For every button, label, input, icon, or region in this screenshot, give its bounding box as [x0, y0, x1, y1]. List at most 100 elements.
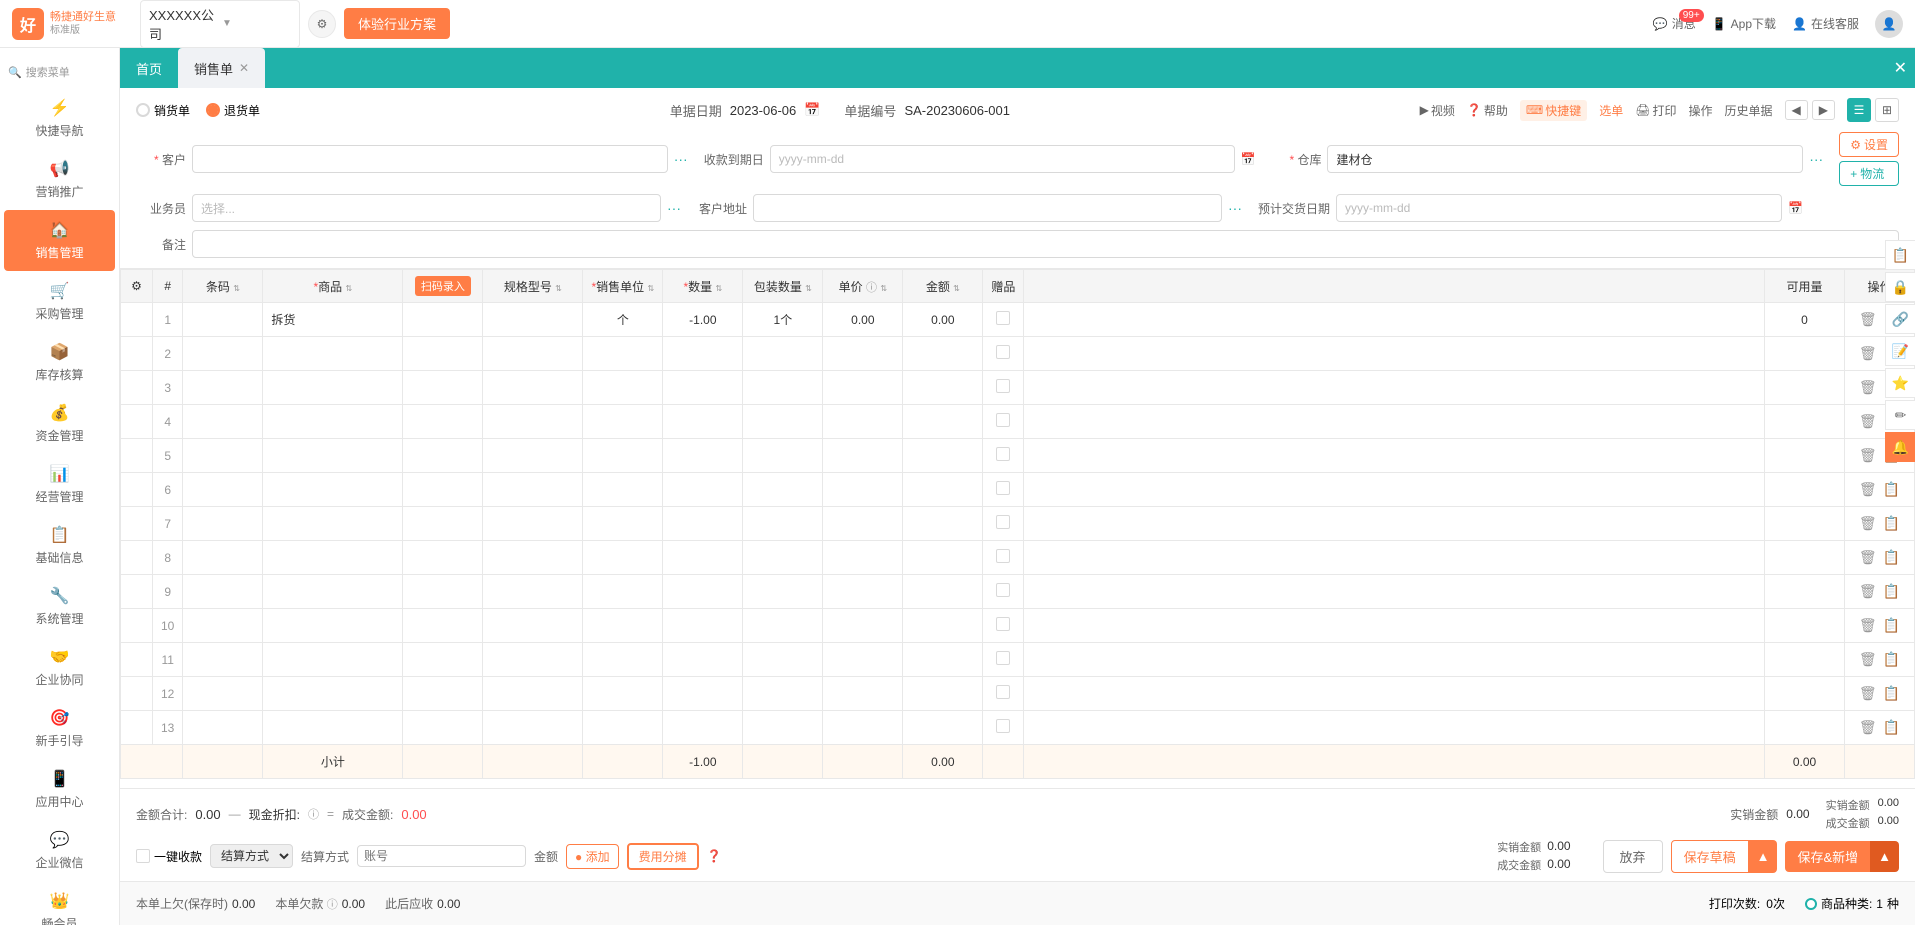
cell-pack-qty-6[interactable] — [743, 507, 823, 541]
gift-checkbox-3[interactable] — [996, 413, 1010, 427]
cell-gift-6[interactable] — [983, 507, 1024, 541]
cell-unit-1[interactable] — [583, 337, 663, 371]
expense-help-icon[interactable]: ❓ — [707, 849, 722, 863]
cell-product-0[interactable]: 拆货 — [263, 303, 403, 337]
radio-sale-option[interactable]: 销货单 — [136, 102, 190, 119]
warehouse-input[interactable]: 建材仓 — [1327, 145, 1803, 173]
cell-amount-8[interactable] — [903, 575, 983, 609]
notes-input[interactable] — [192, 230, 1899, 258]
delete-icon-11[interactable]: 🗑 — [1859, 685, 1877, 702]
gift-checkbox-1[interactable] — [996, 345, 1010, 359]
cell-unit-price-11[interactable] — [823, 677, 903, 711]
cell-spec-11[interactable] — [483, 677, 583, 711]
one-click-pay[interactable]: 一键收款 — [136, 848, 202, 865]
col-gear[interactable]: ⚙ — [121, 270, 153, 303]
cell-amount-4[interactable] — [903, 439, 983, 473]
cell-unit-price-12[interactable] — [823, 711, 903, 745]
side-float-item-7[interactable]: 🔔 — [1885, 432, 1915, 462]
customer-more-icon[interactable]: ··· — [674, 151, 688, 167]
cell-spec-7[interactable] — [483, 541, 583, 575]
cell-amount-6[interactable] — [903, 507, 983, 541]
expected-date-input[interactable]: yyyy-mm-dd — [1336, 194, 1782, 222]
cell-gift-3[interactable] — [983, 405, 1024, 439]
cell-unit-12[interactable] — [583, 711, 663, 745]
sidebar-item-collab[interactable]: 🤝 企业协同 — [0, 637, 119, 698]
discount-info-icon[interactable]: ⓘ — [308, 806, 319, 822]
cell-remark-5[interactable] — [1024, 473, 1765, 507]
cell-gift-12[interactable] — [983, 711, 1024, 745]
cell-barcode-11[interactable] — [183, 677, 263, 711]
cell-spec-6[interactable] — [483, 507, 583, 541]
cell-qty-9[interactable] — [663, 609, 743, 643]
cell-product-3[interactable] — [263, 405, 403, 439]
salesman-more-icon[interactable]: ··· — [667, 200, 681, 216]
cell-spec-9[interactable] — [483, 609, 583, 643]
cell-qty-8[interactable] — [663, 575, 743, 609]
cell-pack-qty-5[interactable] — [743, 473, 823, 507]
tab-sales-order[interactable]: 销售单 ✕ — [178, 48, 265, 88]
cell-unit-price-0[interactable]: 0.00 — [823, 303, 903, 337]
cell-unit-8[interactable] — [583, 575, 663, 609]
copy-icon-9[interactable]: 📋 — [1883, 617, 1900, 634]
cell-spec-5[interactable] — [483, 473, 583, 507]
trial-button[interactable]: 体验行业方案 — [344, 8, 450, 39]
cell-barcode-4[interactable] — [183, 439, 263, 473]
cell-barcode-7[interactable] — [183, 541, 263, 575]
cell-barcode-12[interactable] — [183, 711, 263, 745]
cell-unit-3[interactable] — [583, 405, 663, 439]
cell-pack-qty-3[interactable] — [743, 405, 823, 439]
gift-checkbox-9[interactable] — [996, 617, 1010, 631]
online-service-button[interactable]: 👤 在线客服 — [1792, 15, 1859, 32]
cell-amount-7[interactable] — [903, 541, 983, 575]
gift-checkbox-0[interactable] — [996, 311, 1010, 325]
cell-product-6[interactable] — [263, 507, 403, 541]
cell-amount-12[interactable] — [903, 711, 983, 745]
cell-gift-2[interactable] — [983, 371, 1024, 405]
cell-pack-qty-4[interactable] — [743, 439, 823, 473]
customer-addr-input[interactable] — [753, 194, 1222, 222]
gift-checkbox-7[interactable] — [996, 549, 1010, 563]
gift-checkbox-6[interactable] — [996, 515, 1010, 529]
cell-amount-2[interactable] — [903, 371, 983, 405]
save-draft-button[interactable]: 保存草稿 — [1671, 840, 1749, 873]
cell-amount-1[interactable] — [903, 337, 983, 371]
cell-unit-price-7[interactable] — [823, 541, 903, 575]
cell-product-7[interactable] — [263, 541, 403, 575]
sidebar-item-apps[interactable]: 📱 应用中心 — [0, 759, 119, 820]
cell-unit-price-6[interactable] — [823, 507, 903, 541]
settings-button[interactable]: ⚙ — [308, 10, 336, 38]
cell-gift-1[interactable] — [983, 337, 1024, 371]
cell-qty-1[interactable] — [663, 337, 743, 371]
copy-icon-6[interactable]: 📋 — [1883, 515, 1900, 532]
grid-view-btn[interactable]: ⊞ — [1875, 98, 1899, 122]
delete-icon-10[interactable]: 🗑 — [1859, 651, 1877, 668]
side-float-item-2[interactable]: 🔒 — [1885, 272, 1915, 302]
sidebar-item-finance[interactable]: 💰 资金管理 — [0, 393, 119, 454]
cell-amount-3[interactable] — [903, 405, 983, 439]
sidebar-search[interactable]: 🔍 搜索菜单 — [0, 56, 119, 88]
cell-remark-6[interactable] — [1024, 507, 1765, 541]
delete-icon-6[interactable]: 🗑 — [1859, 515, 1877, 532]
gift-checkbox-12[interactable] — [996, 719, 1010, 733]
video-action[interactable]: ▶ 视频 — [1420, 102, 1455, 119]
sidebar-item-basic[interactable]: 📋 基础信息 — [0, 515, 119, 576]
delete-icon-12[interactable]: 🗑 — [1859, 719, 1877, 736]
cell-unit-price-9[interactable] — [823, 609, 903, 643]
cell-unit-price-4[interactable] — [823, 439, 903, 473]
sidebar-item-purchase[interactable]: 🛒 采购管理 — [0, 271, 119, 332]
delete-icon-2[interactable]: 🗑 — [1859, 379, 1877, 396]
cell-unit-0[interactable]: 个 — [583, 303, 663, 337]
pay-method-select[interactable]: 结算方式 — [210, 844, 293, 868]
cell-qty-5[interactable] — [663, 473, 743, 507]
one-click-pay-checkbox[interactable] — [136, 849, 150, 863]
cell-gift-4[interactable] — [983, 439, 1024, 473]
cell-unit-price-10[interactable] — [823, 643, 903, 677]
sidebar-item-shortcut[interactable]: ⚡ 快捷导航 — [0, 88, 119, 149]
save-draft-arrow-button[interactable]: ▲ — [1749, 840, 1778, 873]
cell-remark-8[interactable] — [1024, 575, 1765, 609]
cell-remark-12[interactable] — [1024, 711, 1765, 745]
delete-icon-7[interactable]: 🗑 — [1859, 549, 1877, 566]
gift-checkbox-11[interactable] — [996, 685, 1010, 699]
expected-date-calendar-icon[interactable]: 📅 — [1788, 201, 1803, 215]
next-arrow[interactable]: ▶ — [1812, 100, 1835, 120]
